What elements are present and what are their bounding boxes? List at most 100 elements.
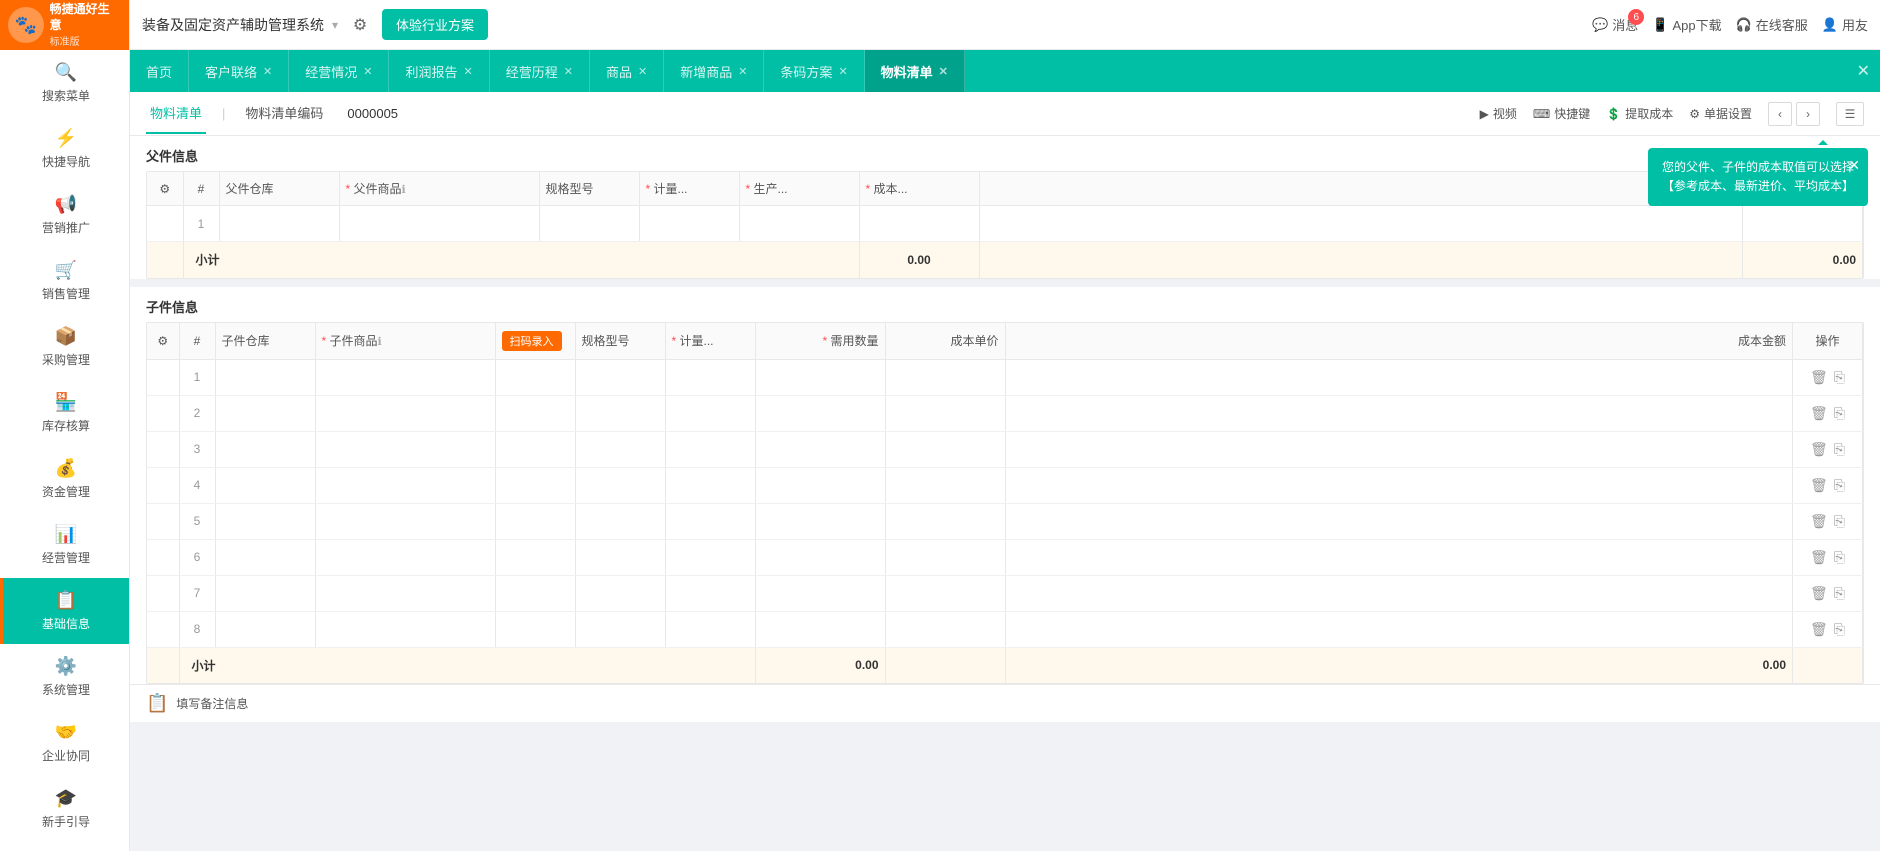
- td-child-quantity[interactable]: [755, 539, 885, 575]
- sidebar-item-quick-nav[interactable]: ⚡ 快捷导航: [0, 116, 129, 182]
- prev-arrow-btn[interactable]: ‹: [1768, 102, 1792, 126]
- td-child-unit-price[interactable]: [885, 395, 1005, 431]
- tab-history[interactable]: 经营历程 ✕: [490, 50, 590, 92]
- td-child-quantity[interactable]: [755, 431, 885, 467]
- td-child-quantity[interactable]: [755, 575, 885, 611]
- delete-icon[interactable]: 🗑: [1810, 405, 1828, 422]
- copy-icon[interactable]: ⎘: [1834, 369, 1845, 386]
- sidebar-item-marketing[interactable]: 📢 营销推广: [0, 182, 129, 248]
- settings-btn[interactable]: ⚙ 单据设置: [1689, 105, 1752, 122]
- delete-icon[interactable]: 🗑: [1810, 477, 1828, 494]
- copy-icon[interactable]: ⎘: [1834, 477, 1845, 494]
- copy-icon[interactable]: ⎘: [1834, 549, 1845, 566]
- copy-icon[interactable]: ⎘: [1834, 441, 1845, 458]
- td-child-unit-price[interactable]: [885, 431, 1005, 467]
- td-child-spec[interactable]: [575, 359, 665, 395]
- scan-button[interactable]: 扫码录入: [502, 331, 562, 351]
- td-child-warehouse[interactable]: [215, 611, 315, 647]
- td-child-warehouse[interactable]: [215, 359, 315, 395]
- sidebar-item-system[interactable]: ⚙️ 系统管理: [0, 644, 129, 710]
- close-icon[interactable]: ✕: [838, 65, 847, 78]
- td-child-goods[interactable]: [315, 467, 495, 503]
- sub-tab-bom-list[interactable]: 物料清单: [146, 93, 206, 134]
- td-child-unit[interactable]: [665, 359, 755, 395]
- cost-btn[interactable]: 💲 提取成本: [1606, 105, 1673, 122]
- td-child-goods[interactable]: [315, 431, 495, 467]
- delete-icon[interactable]: 🗑: [1810, 369, 1828, 386]
- sidebar-item-purchase[interactable]: 📦 采购管理: [0, 314, 129, 380]
- td-child-spec[interactable]: [575, 395, 665, 431]
- tab-customer[interactable]: 客户联络 ✕: [189, 50, 289, 92]
- td-cost[interactable]: [859, 206, 979, 242]
- td-child-unit[interactable]: [665, 395, 755, 431]
- td-child-warehouse[interactable]: [215, 575, 315, 611]
- sidebar-item-search[interactable]: 🔍 搜索菜单: [0, 50, 129, 116]
- td-child-unit-price[interactable]: [885, 575, 1005, 611]
- online-service-item[interactable]: 🎧 在线客服: [1736, 15, 1808, 34]
- td-child-quantity[interactable]: [755, 359, 885, 395]
- close-icon[interactable]: ✕: [638, 65, 647, 78]
- delete-icon[interactable]: 🗑: [1810, 621, 1828, 638]
- td-child-unit[interactable]: [665, 539, 755, 575]
- td-child-goods[interactable]: [315, 395, 495, 431]
- td-child-warehouse[interactable]: [215, 503, 315, 539]
- topbar-dropdown-arrow[interactable]: ▾: [332, 18, 338, 32]
- td-child-spec[interactable]: [575, 539, 665, 575]
- sidebar-item-enterprise[interactable]: 🤝 企业协同: [0, 710, 129, 776]
- td-child-spec[interactable]: [575, 575, 665, 611]
- tab-barcode[interactable]: 条码方案 ✕: [764, 50, 864, 92]
- td-child-goods[interactable]: [315, 575, 495, 611]
- td-child-unit[interactable]: [665, 431, 755, 467]
- sub-tab-bom-code[interactable]: 物料清单编码: [241, 93, 327, 134]
- delete-icon[interactable]: 🗑: [1810, 549, 1828, 566]
- td-child-quantity[interactable]: [755, 611, 885, 647]
- td-child-warehouse[interactable]: [215, 431, 315, 467]
- video-btn[interactable]: ▶ 视频: [1480, 105, 1517, 122]
- close-icon[interactable]: ✕: [464, 65, 473, 78]
- td-child-warehouse[interactable]: [215, 539, 315, 575]
- td-parent-warehouse[interactable]: [219, 206, 339, 242]
- delete-icon[interactable]: 🗑: [1810, 441, 1828, 458]
- td-child-unit[interactable]: [665, 467, 755, 503]
- td-child-quantity[interactable]: [755, 467, 885, 503]
- tooltip-close-btn[interactable]: ✕: [1848, 154, 1860, 176]
- user-avatar[interactable]: 👤 用友: [1822, 15, 1868, 34]
- copy-icon[interactable]: ⎘: [1834, 405, 1845, 422]
- close-icon[interactable]: ✕: [263, 65, 272, 78]
- tab-new-goods[interactable]: 新增商品 ✕: [664, 50, 764, 92]
- tab-business[interactable]: 经营情况 ✕: [289, 50, 389, 92]
- td-child-unit[interactable]: [665, 611, 755, 647]
- menu-btn[interactable]: ☰: [1836, 102, 1864, 126]
- delete-icon[interactable]: 🗑: [1810, 513, 1828, 530]
- close-icon[interactable]: ✕: [564, 65, 573, 78]
- td-child-unit-price[interactable]: [885, 359, 1005, 395]
- close-icon[interactable]: ✕: [363, 65, 372, 78]
- copy-icon[interactable]: ⎘: [1834, 513, 1845, 530]
- copy-icon[interactable]: ⎘: [1834, 621, 1845, 638]
- td-child-unit-price[interactable]: [885, 611, 1005, 647]
- td-child-unit[interactable]: [665, 575, 755, 611]
- td-child-spec[interactable]: [575, 431, 665, 467]
- app-download-item[interactable]: 📱 App下载: [1652, 15, 1721, 34]
- td-produce[interactable]: [739, 206, 859, 242]
- close-icon[interactable]: ✕: [939, 65, 948, 78]
- sidebar-item-sales[interactable]: 🛒 销售管理: [0, 248, 129, 314]
- sidebar-item-inventory[interactable]: 🏪 库存核算: [0, 380, 129, 446]
- tab-profit[interactable]: 利润报告 ✕: [389, 50, 489, 92]
- shortcut-btn[interactable]: ⌨ 快捷键: [1533, 105, 1590, 122]
- td-child-quantity[interactable]: [755, 395, 885, 431]
- sidebar-item-guide[interactable]: 🎓 新手引导: [0, 776, 129, 842]
- td-child-unit-price[interactable]: [885, 467, 1005, 503]
- tab-bom[interactable]: 物料清单 ✕: [865, 50, 965, 92]
- next-arrow-btn[interactable]: ›: [1796, 102, 1820, 126]
- sidebar-item-finance[interactable]: 💰 资金管理: [0, 446, 129, 512]
- td-child-warehouse[interactable]: [215, 395, 315, 431]
- td-child-unit-price[interactable]: [885, 539, 1005, 575]
- td-child-goods[interactable]: [315, 539, 495, 575]
- td-child-spec[interactable]: [575, 611, 665, 647]
- th-child-gear[interactable]: ⚙: [147, 323, 179, 360]
- td-child-spec[interactable]: [575, 467, 665, 503]
- sidebar-item-operations[interactable]: 📊 经营管理: [0, 512, 129, 578]
- td-child-unit[interactable]: [665, 503, 755, 539]
- td-child-goods[interactable]: [315, 503, 495, 539]
